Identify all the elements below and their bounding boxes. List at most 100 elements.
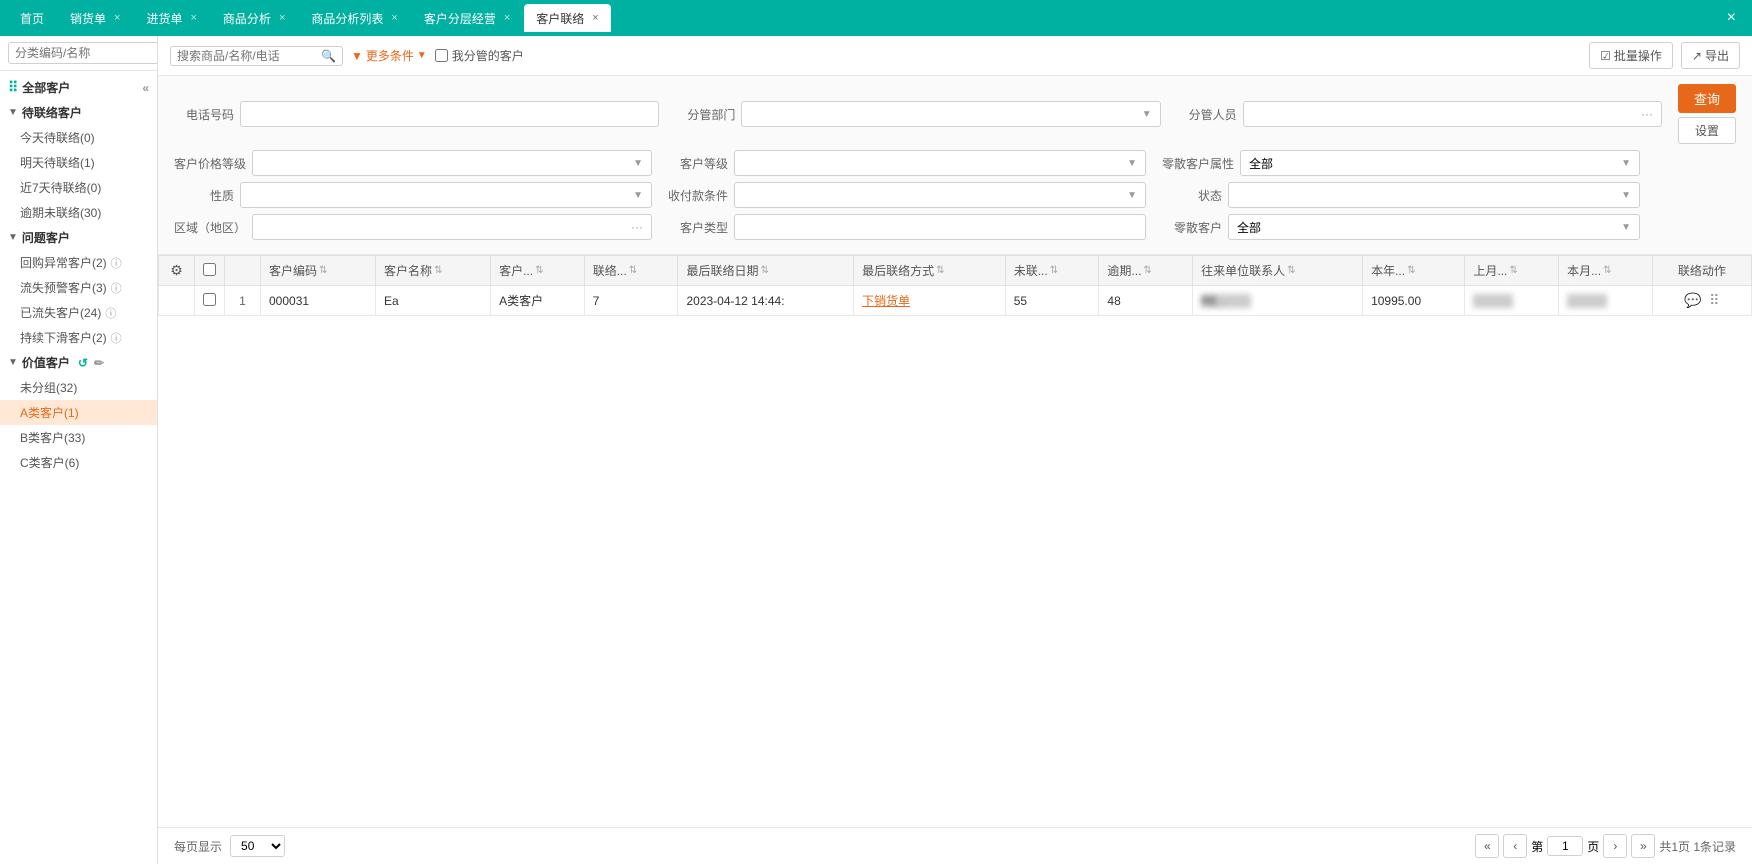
sort-icon-name[interactable]: ⇅ xyxy=(434,265,442,276)
value-edit-icon[interactable]: ✏ xyxy=(94,356,104,370)
customer-level-select[interactable]: ▼ xyxy=(734,150,1146,176)
th-this-year[interactable]: 本年... ⇅ xyxy=(1363,256,1465,286)
all-customers-header: ⠿ 全部客户 « xyxy=(0,71,157,100)
th-last-contact-method[interactable]: 最后联络方式 ⇅ xyxy=(854,256,1006,286)
row-checkbox[interactable] xyxy=(195,286,225,316)
goods-analysis-label: 商品分析 xyxy=(223,10,271,27)
sidebar-item-churned[interactable]: 已流失客户(24) ⓘ xyxy=(0,300,157,325)
last-page-btn[interactable]: » xyxy=(1631,834,1655,858)
sidebar-collapse-btn[interactable]: « xyxy=(142,81,149,95)
close-purchase[interactable]: × xyxy=(190,12,196,24)
row-not-contacted: 55 xyxy=(1005,286,1099,316)
close-goods-analysis[interactable]: × xyxy=(279,12,285,24)
nav-tab-customer-segment[interactable]: 客户分层经营 × xyxy=(412,4,522,32)
sidebar-item-today-pending[interactable]: 今天待联络(0) xyxy=(0,125,157,150)
sidebar-item-class-c[interactable]: C类客户(6) xyxy=(0,450,157,475)
status-select[interactable]: ▼ xyxy=(1228,182,1640,208)
sort-icon-date[interactable]: ⇅ xyxy=(760,265,768,276)
sort-icon-code[interactable]: ⇅ xyxy=(319,265,327,276)
filter-more-conditions[interactable]: ▼ 更多条件 ▼ xyxy=(351,47,427,64)
th-customer-name[interactable]: 客户名称 ⇅ xyxy=(376,256,491,286)
total-pages-label: 页 xyxy=(1587,838,1599,855)
th-contact-count[interactable]: 联络... ⇅ xyxy=(584,256,678,286)
close-customer-segment[interactable]: × xyxy=(504,12,510,24)
gear-icon[interactable]: ⚙ xyxy=(170,262,183,278)
nav-tab-sales[interactable]: 销货单 × xyxy=(58,4,132,32)
retail-attr-select[interactable]: 全部 ▼ xyxy=(1240,150,1640,176)
sidebar-item-overdue-pending[interactable]: 逾期未联络(30) xyxy=(0,200,157,225)
sidebar-item-rebuy-abnormal[interactable]: 回购异常客户(2) ⓘ xyxy=(0,250,157,275)
row-last-contact-method[interactable]: 下销货单 xyxy=(854,286,1006,316)
prev-page-btn[interactable]: ‹ xyxy=(1503,834,1527,858)
first-page-btn[interactable]: « xyxy=(1475,834,1499,858)
filter-search-icon[interactable]: 🔍 xyxy=(321,49,336,63)
th-last-contact-date[interactable]: 最后联络日期 ⇅ xyxy=(678,256,854,286)
sort-icon-year[interactable]: ⇅ xyxy=(1407,265,1415,276)
nav-tab-home[interactable]: 首页 xyxy=(8,4,56,32)
sort-icon-overdue[interactable]: ⇅ xyxy=(1143,265,1151,276)
close-sales[interactable]: × xyxy=(114,12,120,24)
th-last-month[interactable]: 上月... ⇅ xyxy=(1465,256,1559,286)
my-customers-checkbox[interactable] xyxy=(435,49,448,62)
region-input[interactable]: ··· xyxy=(252,214,652,240)
sidebar-search-input[interactable] xyxy=(8,42,158,64)
batch-op-btn[interactable]: ☑ 批量操作 xyxy=(1589,42,1673,69)
settings-btn[interactable]: 设置 xyxy=(1678,117,1736,144)
sort-icon-type[interactable]: ⇅ xyxy=(535,265,543,276)
sort-icon-this-month[interactable]: ⇅ xyxy=(1603,265,1611,276)
th-overdue[interactable]: 逾期... ⇅ xyxy=(1099,256,1193,286)
sort-icon-contact[interactable]: ⇅ xyxy=(629,265,637,276)
phone-input[interactable] xyxy=(240,101,659,127)
th-gear[interactable]: ⚙ xyxy=(159,256,195,286)
price-level-field: 客户价格等级 ▼ xyxy=(174,150,652,176)
sort-icon-unit[interactable]: ⇅ xyxy=(1287,265,1295,276)
page-size-select[interactable]: 50 100 200 xyxy=(230,835,285,857)
th-not-contacted[interactable]: 未联... ⇅ xyxy=(1005,256,1099,286)
sidebar-item-7days-pending[interactable]: 近7天待联络(0) xyxy=(0,175,157,200)
nav-tab-goods-analysis-list[interactable]: 商品分析列表 × xyxy=(299,4,409,32)
group-problem-customer[interactable]: ▼ 问题客户 xyxy=(0,225,157,250)
page-number-input[interactable] xyxy=(1547,836,1583,856)
sort-icon-last-month[interactable]: ⇅ xyxy=(1509,265,1517,276)
row-select-checkbox[interactable] xyxy=(203,293,216,306)
person-input[interactable]: ··· xyxy=(1243,101,1662,127)
value-refresh-icon[interactable]: ↺ xyxy=(78,356,88,370)
nav-tab-purchase[interactable]: 进货单 × xyxy=(134,4,208,32)
payment-select[interactable]: ▼ xyxy=(734,182,1146,208)
sort-icon-not-contacted[interactable]: ⇅ xyxy=(1050,265,1058,276)
qr-icon[interactable]: ⠿ xyxy=(1709,292,1719,308)
sidebar-item-declining[interactable]: 持续下滑客户(2) ⓘ xyxy=(0,325,157,350)
sidebar-item-tomorrow-pending[interactable]: 明天待联络(1) xyxy=(0,150,157,175)
th-this-month[interactable]: 本月... ⇅ xyxy=(1559,256,1653,286)
nature-select[interactable]: ▼ xyxy=(240,182,652,208)
select-all-checkbox[interactable] xyxy=(203,263,216,276)
dept-select[interactable]: ▼ xyxy=(741,101,1160,127)
group-pending-contact[interactable]: ▼ 待联络客户 xyxy=(0,100,157,125)
price-level-select[interactable]: ▼ xyxy=(252,150,652,176)
row-contact-action[interactable]: 💬 ⠿ xyxy=(1652,286,1751,316)
sort-icon-method[interactable]: ⇅ xyxy=(936,265,944,276)
retail-customer-select[interactable]: 全部 ▼ xyxy=(1228,214,1640,240)
export-btn[interactable]: ↗ 导出 xyxy=(1681,42,1740,69)
query-btn[interactable]: 查询 xyxy=(1678,84,1736,113)
nav-tab-goods-analysis[interactable]: 商品分析 × xyxy=(211,4,297,32)
chat-icon[interactable]: 💬 xyxy=(1684,292,1701,308)
customer-type-input[interactable] xyxy=(734,214,1146,240)
th-customer-code[interactable]: 客户编码 ⇅ xyxy=(261,256,376,286)
contact-method-link[interactable]: 下销货单 xyxy=(862,294,910,308)
filter-search-input[interactable] xyxy=(177,49,317,63)
sidebar-item-unclassified[interactable]: 未分组(32) xyxy=(0,375,157,400)
th-customer-type[interactable]: 客户... ⇅ xyxy=(491,256,585,286)
th-checkbox[interactable] xyxy=(195,256,225,286)
nav-tab-customer-contact[interactable]: 客户联络 × xyxy=(524,4,610,32)
close-goods-analysis-list[interactable]: × xyxy=(391,12,397,24)
sidebar-item-churn-warning[interactable]: 流失预警客户(3) ⓘ xyxy=(0,275,157,300)
customer-table: ⚙ 客户编码 ⇅ xyxy=(158,255,1752,316)
nav-close-all[interactable]: × xyxy=(1719,9,1744,27)
sidebar-item-class-b[interactable]: B类客户(33) xyxy=(0,425,157,450)
next-page-btn[interactable]: › xyxy=(1603,834,1627,858)
th-unit-contact[interactable]: 往来单位联系人 ⇅ xyxy=(1193,256,1363,286)
close-customer-contact[interactable]: × xyxy=(592,12,598,24)
sidebar-item-class-a[interactable]: A类客户(1) xyxy=(0,400,157,425)
group-value-customer[interactable]: ▼ 价值客户 ↺ ✏ xyxy=(0,350,157,375)
